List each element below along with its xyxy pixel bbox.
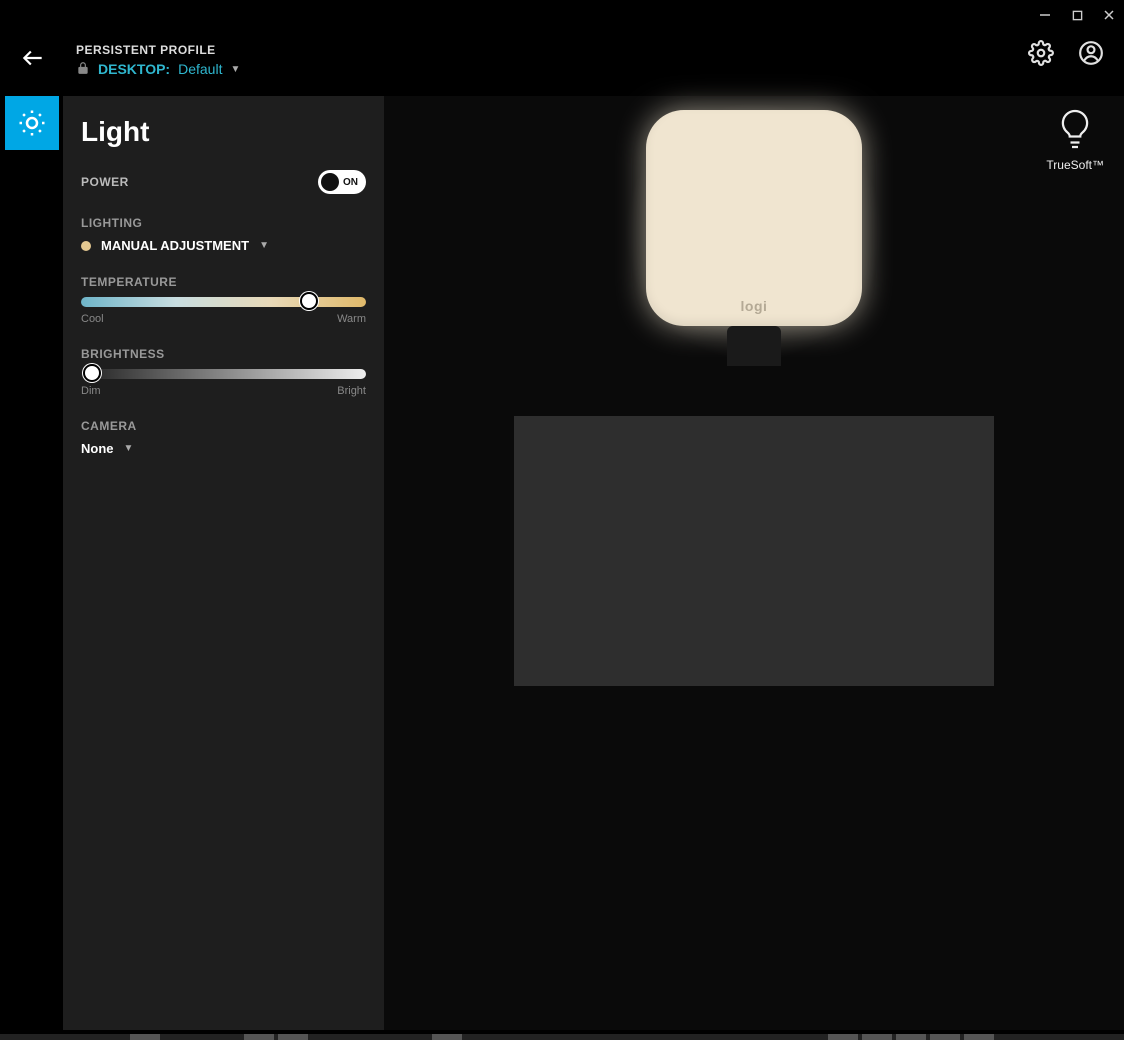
light-panel: Light POWER ON LIGHTING MANUAL ADJUSTMEN… — [63, 96, 384, 1030]
close-button[interactable] — [1102, 8, 1116, 22]
brightness-slider[interactable] — [81, 369, 366, 379]
bulb-icon — [1057, 106, 1093, 152]
temperature-label: TEMPERATURE — [81, 275, 366, 289]
back-button[interactable] — [20, 45, 46, 76]
chevron-down-icon: ▼ — [124, 443, 134, 454]
light-tab[interactable] — [5, 96, 59, 150]
profile-label: PERSISTENT PROFILE — [76, 43, 240, 57]
power-toggle[interactable]: ON — [318, 170, 366, 194]
lighting-mode-value: MANUAL ADJUSTMENT — [101, 238, 249, 253]
profile-scope: DESKTOP: — [98, 61, 170, 77]
camera-preview — [514, 416, 994, 686]
lighting-label: LIGHTING — [81, 216, 366, 230]
device-image: logi — [644, 102, 864, 362]
slider-thumb[interactable] — [83, 364, 101, 382]
toggle-state: ON — [343, 177, 358, 188]
minimize-button[interactable] — [1038, 8, 1052, 22]
truesoft-badge: TrueSoft™ — [1046, 106, 1104, 172]
lock-icon — [76, 61, 90, 78]
mode-color-dot — [81, 241, 91, 251]
profile-selector[interactable]: DESKTOP: Default ▼ — [76, 61, 240, 78]
profile-name: Default — [178, 61, 222, 77]
brightness-min-label: Dim — [81, 385, 101, 397]
temperature-min-label: Cool — [81, 313, 104, 325]
device-brand: logi — [741, 298, 768, 314]
settings-button[interactable] — [1028, 40, 1054, 66]
truesoft-label: TrueSoft™ — [1046, 158, 1104, 172]
panel-title: Light — [81, 116, 366, 148]
temperature-slider[interactable] — [81, 297, 366, 307]
camera-dropdown[interactable]: None ▼ — [81, 441, 366, 456]
account-button[interactable] — [1078, 40, 1104, 66]
slider-thumb[interactable] — [300, 292, 318, 310]
chevron-down-icon: ▼ — [259, 240, 269, 251]
taskbar — [0, 1034, 1124, 1040]
maximize-button[interactable] — [1070, 8, 1084, 22]
temperature-max-label: Warm — [337, 313, 366, 325]
brightness-label: BRIGHTNESS — [81, 347, 366, 361]
chevron-down-icon: ▼ — [230, 64, 240, 75]
power-label: POWER — [81, 175, 129, 189]
lighting-mode-dropdown[interactable]: MANUAL ADJUSTMENT ▼ — [81, 238, 366, 253]
brightness-max-label: Bright — [337, 385, 366, 397]
camera-label: CAMERA — [81, 419, 366, 433]
toggle-knob — [321, 173, 339, 191]
preview-area: TrueSoft™ logi — [384, 96, 1124, 1030]
camera-selected: None — [81, 441, 114, 456]
